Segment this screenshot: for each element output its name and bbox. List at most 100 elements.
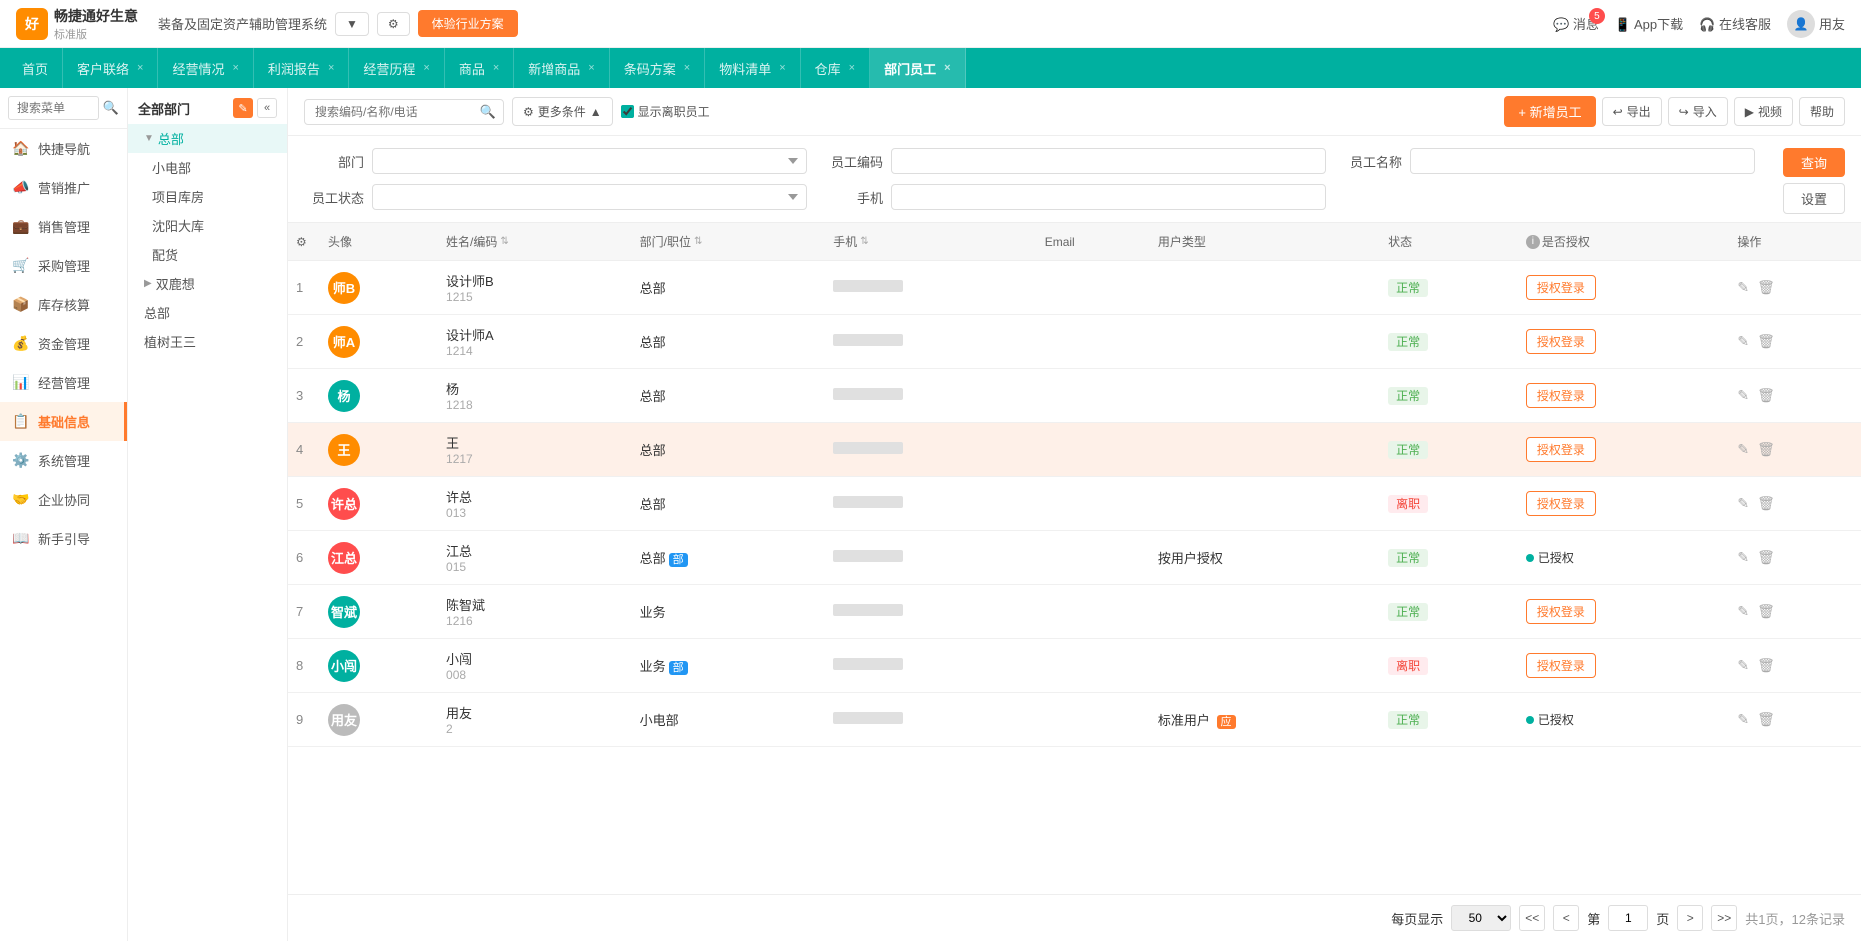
auth-btn[interactable]: 授权登录: [1526, 653, 1596, 678]
auth-btn[interactable]: 授权登录: [1526, 329, 1596, 354]
sidebar-item-purchase[interactable]: 🛒 采购管理: [0, 246, 127, 285]
edit-icon[interactable]: ✎: [1737, 333, 1749, 350]
sidebar-item-collab[interactable]: 🤝 企业协同: [0, 480, 127, 519]
delete-icon[interactable]: 🗑: [1757, 549, 1775, 566]
th-name[interactable]: 姓名/编码 ⇅: [438, 223, 632, 261]
next-page-btn[interactable]: >: [1677, 905, 1703, 931]
tab-warehouse[interactable]: 仓库×: [801, 48, 870, 88]
auth-btn[interactable]: 授权登录: [1526, 599, 1596, 624]
collapse-btn[interactable]: «: [257, 98, 277, 118]
settings-icon-btn[interactable]: ⚙: [377, 12, 410, 36]
sidebar-search-icon[interactable]: 🔍: [103, 100, 119, 116]
name-sort[interactable]: 姓名/编码 ⇅: [446, 233, 624, 250]
dropdown-btn[interactable]: ▼: [335, 12, 369, 36]
page-size-select[interactable]: 50 100: [1451, 905, 1511, 931]
edit-icon[interactable]: ✎: [1737, 711, 1749, 728]
edit-icon[interactable]: ✎: [1737, 657, 1749, 674]
sidebar-item-system[interactable]: ⚙️ 系统管理: [0, 441, 127, 480]
query-btn[interactable]: 查询: [1783, 148, 1845, 177]
import-btn[interactable]: ↪ 导入: [1668, 97, 1728, 126]
sidebar-item-shortcut[interactable]: 🏠 快捷导航: [0, 129, 127, 168]
dept-item-shuanglu[interactable]: ▶ 双鹿想: [128, 269, 287, 298]
sidebar-item-marketing[interactable]: 📣 营销推广: [0, 168, 127, 207]
delete-icon[interactable]: 🗑: [1757, 441, 1775, 458]
add-employee-btn[interactable]: + 新增员工: [1504, 96, 1595, 127]
app-download[interactable]: 📱 App下载: [1615, 14, 1683, 33]
tab-operation[interactable]: 经营情况×: [158, 48, 253, 88]
sidebar-item-finance[interactable]: 💰 资金管理: [0, 324, 127, 363]
close-warehouse[interactable]: ×: [849, 62, 855, 74]
trial-btn[interactable]: 体验行业方案: [418, 10, 518, 37]
close-history[interactable]: ×: [423, 62, 429, 74]
edit-icon[interactable]: ✎: [1737, 387, 1749, 404]
show-resigned-label[interactable]: 显示离职员工: [621, 103, 710, 120]
close-barcode[interactable]: ×: [684, 62, 690, 74]
delete-icon[interactable]: 🗑: [1757, 495, 1775, 512]
auth-btn[interactable]: 授权登录: [1526, 275, 1596, 300]
tab-home[interactable]: 首页: [8, 48, 63, 88]
tab-bom[interactable]: 物料清单×: [705, 48, 800, 88]
edit-icon[interactable]: ✎: [1737, 549, 1749, 566]
auth-btn[interactable]: 授权登录: [1526, 491, 1596, 516]
delete-icon[interactable]: 🗑: [1757, 387, 1775, 404]
dept-item-shenyang[interactable]: 沈阳大库: [128, 211, 287, 240]
emp-status-select[interactable]: [372, 184, 807, 210]
th-phone[interactable]: 手机 ⇅: [825, 223, 1036, 261]
tab-customer[interactable]: 客户联络×: [63, 48, 158, 88]
edit-dept-btn[interactable]: ✎: [233, 98, 253, 118]
dept-select[interactable]: [372, 148, 807, 174]
search-input[interactable]: [304, 99, 504, 125]
export-btn[interactable]: ↩ 导出: [1602, 97, 1662, 126]
auth-btn[interactable]: 授权登录: [1526, 437, 1596, 462]
view-btn[interactable]: ▶ 视频: [1734, 97, 1793, 126]
dept-item-project-room[interactable]: 项目库房: [128, 182, 287, 211]
close-profit[interactable]: ×: [328, 62, 334, 74]
delete-icon[interactable]: 🗑: [1757, 279, 1775, 296]
tab-barcode[interactable]: 条码方案×: [610, 48, 705, 88]
sidebar-search-input[interactable]: [8, 96, 99, 120]
close-customer[interactable]: ×: [137, 62, 143, 74]
sidebar-item-guide[interactable]: 📖 新手引导: [0, 519, 127, 558]
sidebar-item-basic-info[interactable]: 📋 基础信息: [0, 402, 127, 441]
edit-icon[interactable]: ✎: [1737, 279, 1749, 296]
dept-item-small-elec[interactable]: 小电部: [128, 153, 287, 182]
close-add-goods[interactable]: ×: [588, 62, 594, 74]
dept-item-zhishu[interactable]: 植树王三: [128, 327, 287, 356]
phone-sort[interactable]: 手机 ⇅: [833, 233, 1028, 250]
edit-icon[interactable]: ✎: [1737, 495, 1749, 512]
close-goods[interactable]: ×: [493, 62, 499, 74]
edit-icon[interactable]: ✎: [1737, 603, 1749, 620]
dept-item-dispatch[interactable]: 配货: [128, 240, 287, 269]
delete-icon[interactable]: 🗑: [1757, 603, 1775, 620]
first-page-btn[interactable]: <<: [1519, 905, 1545, 931]
phone-input[interactable]: [891, 184, 1326, 210]
delete-icon[interactable]: 🗑: [1757, 711, 1775, 728]
close-bom[interactable]: ×: [779, 62, 785, 74]
last-page-btn[interactable]: >>: [1711, 905, 1737, 931]
tab-dept-employee[interactable]: 部门员工×: [870, 48, 965, 88]
dept-sort[interactable]: 部门/职位 ⇅: [640, 233, 818, 250]
emp-name-input[interactable]: [1410, 148, 1755, 174]
dept-item-general[interactable]: ▼ 总部: [128, 124, 287, 153]
column-settings-btn[interactable]: 设置: [1783, 183, 1845, 214]
sidebar-item-operation-mgmt[interactable]: 📊 经营管理: [0, 363, 127, 402]
help-btn[interactable]: 帮助: [1799, 97, 1845, 126]
user-area[interactable]: 👤 用友: [1787, 10, 1845, 38]
close-dept[interactable]: ×: [944, 62, 950, 74]
auth-btn[interactable]: 授权登录: [1526, 383, 1596, 408]
delete-icon[interactable]: 🗑: [1757, 333, 1775, 350]
close-operation[interactable]: ×: [232, 62, 238, 74]
sidebar-item-sales[interactable]: 💼 销售管理: [0, 207, 127, 246]
prev-page-btn[interactable]: <: [1553, 905, 1579, 931]
edit-icon[interactable]: ✎: [1737, 441, 1749, 458]
online-service[interactable]: 🎧 在线客服: [1699, 14, 1771, 33]
search-btn[interactable]: 🔍: [480, 104, 496, 120]
message-area[interactable]: 💬 消息 5: [1553, 14, 1599, 33]
tab-history[interactable]: 经营历程×: [349, 48, 444, 88]
tab-goods[interactable]: 商品×: [445, 48, 514, 88]
th-dept[interactable]: 部门/职位 ⇅: [632, 223, 826, 261]
tab-add-goods[interactable]: 新增商品×: [514, 48, 609, 88]
page-number-input[interactable]: [1608, 905, 1648, 931]
delete-icon[interactable]: 🗑: [1757, 657, 1775, 674]
tab-profit[interactable]: 利润报告×: [254, 48, 349, 88]
